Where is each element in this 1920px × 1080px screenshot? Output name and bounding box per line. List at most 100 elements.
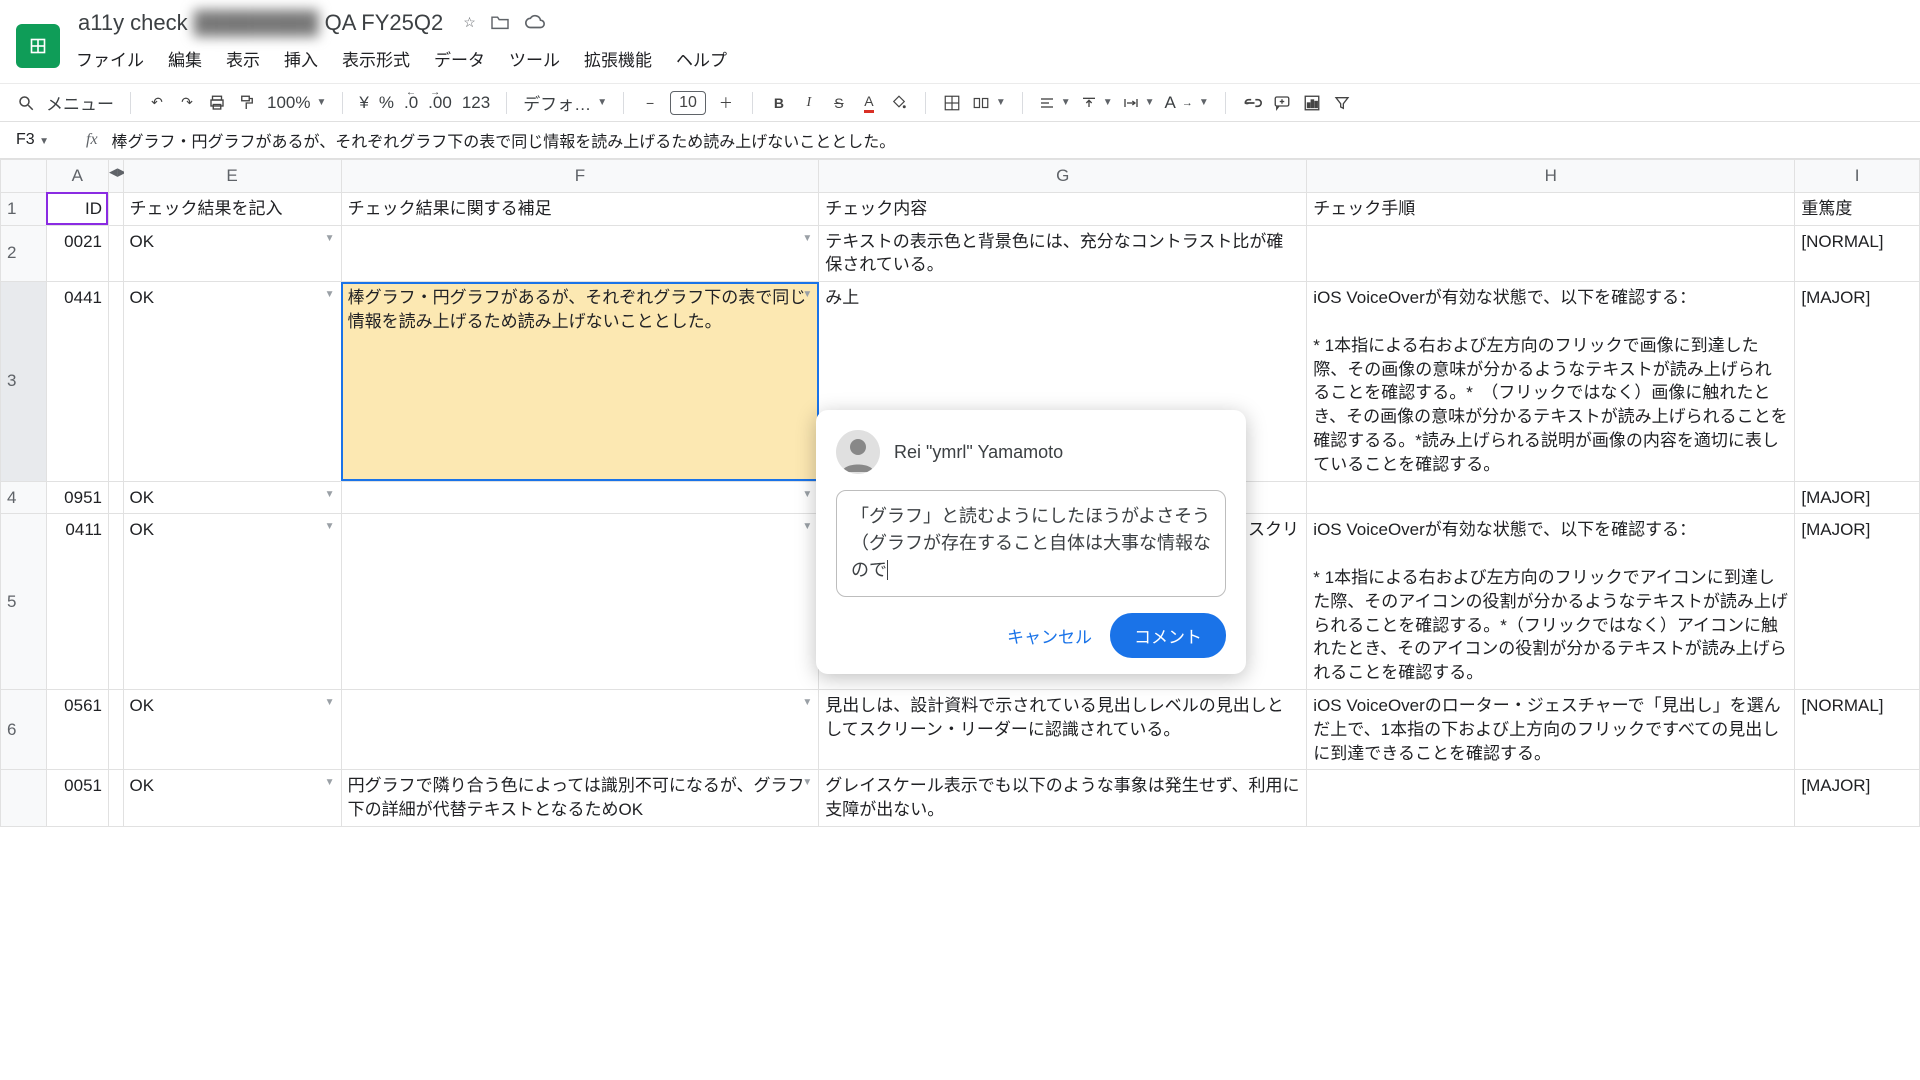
cell[interactable]: チェック手順 <box>1307 192 1795 225</box>
cell[interactable]: OK▼ <box>123 225 341 282</box>
move-folder-icon[interactable] <box>490 14 510 33</box>
cell[interactable]: OK▼ <box>123 481 341 514</box>
columns-collapsed-indicator[interactable]: ◂▸ <box>108 160 123 193</box>
column-header-G[interactable]: G <box>819 160 1307 193</box>
cell[interactable]: iOS VoiceOverのローター・ジェスチャーで「見出し」を選んだ上で、1本… <box>1307 689 1795 769</box>
row-header[interactable]: 6 <box>1 689 47 769</box>
horizontal-align-icon[interactable]: ▼ <box>1039 96 1071 110</box>
cloud-status-icon[interactable] <box>524 14 546 33</box>
font-size-increase[interactable]: ＋ <box>716 93 736 113</box>
increase-decimal[interactable]: →.00 <box>428 93 452 113</box>
chevron-down-icon[interactable]: ▼ <box>325 232 335 246</box>
font-size-decrease[interactable]: − <box>640 93 660 113</box>
column-header-A[interactable]: A <box>46 160 108 193</box>
strikethrough-icon[interactable]: S <box>829 93 849 113</box>
undo-icon[interactable]: ↶ <box>147 93 167 113</box>
redo-icon[interactable]: ↷ <box>177 93 197 113</box>
font-family-select[interactable]: デフォ…▼ <box>523 90 607 115</box>
cell[interactable] <box>1307 225 1795 282</box>
comment-submit-button[interactable]: コメント <box>1110 613 1226 658</box>
star-icon[interactable]: ☆ <box>463 14 476 33</box>
chevron-down-icon[interactable]: ▼ <box>325 696 335 710</box>
cell[interactable]: ▼ <box>341 514 819 690</box>
comment-cancel-button[interactable]: キャンセル <box>1007 623 1092 648</box>
cell[interactable]: 見出しは、設計資料で示されている見出しレベルの見出しとしてスクリーン・リーダーに… <box>819 689 1307 769</box>
decrease-decimal[interactable]: ←.0 <box>404 93 418 113</box>
cell[interactable]: iOS VoiceOverが有効な状態で、以下を確認する：* 1本指による右およ… <box>1307 514 1795 690</box>
cell[interactable]: OK▼ <box>123 282 341 481</box>
fill-color-icon[interactable] <box>889 93 909 113</box>
cell[interactable]: ▼ <box>341 481 819 514</box>
row-header[interactable]: 1 <box>1 192 47 225</box>
number-format-123[interactable]: 123 <box>462 93 490 113</box>
cell[interactable]: 棒グラフ・円グラフがあるが、それぞれグラフ下の表で同じ情報を読み上げるため読み上… <box>341 282 819 481</box>
cell[interactable] <box>108 689 123 769</box>
cell[interactable]: ▼ <box>341 225 819 282</box>
paint-format-icon[interactable] <box>237 93 257 113</box>
chevron-down-icon[interactable]: ▼ <box>802 232 812 246</box>
cell[interactable] <box>108 514 123 690</box>
row-header[interactable]: 5 <box>1 514 47 690</box>
chevron-down-icon[interactable]: ▼ <box>802 520 812 534</box>
cell[interactable]: [NORMAL] <box>1795 225 1920 282</box>
print-icon[interactable] <box>207 93 227 113</box>
menu-tools[interactable]: ツール <box>507 44 562 73</box>
cell[interactable] <box>108 481 123 514</box>
chevron-down-icon[interactable]: ▼ <box>325 776 335 790</box>
formula-input[interactable]: 棒グラフ・円グラフがあるが、それぞれグラフ下の表で同じ情報を読み上げるため読み上… <box>112 128 1908 152</box>
insert-comment-icon[interactable] <box>1272 93 1292 113</box>
cell[interactable] <box>108 192 123 225</box>
italic-icon[interactable]: I <box>799 93 819 113</box>
menu-help[interactable]: ヘルプ <box>674 44 729 73</box>
cell[interactable]: 0441 <box>46 282 108 481</box>
chevron-down-icon[interactable]: ▼ <box>325 288 335 302</box>
borders-icon[interactable] <box>942 93 962 113</box>
menu-file[interactable]: ファイル <box>74 44 146 73</box>
vertical-align-icon[interactable]: ▼ <box>1081 96 1113 110</box>
bold-icon[interactable]: B <box>769 93 789 113</box>
text-color-icon[interactable]: A <box>859 93 879 113</box>
text-rotation-icon[interactable]: A→▼ <box>1165 93 1209 113</box>
column-header-I[interactable]: I <box>1795 160 1920 193</box>
insert-link-icon[interactable] <box>1242 93 1262 113</box>
percent-format[interactable]: % <box>379 93 394 113</box>
cell[interactable]: チェック内容 <box>819 192 1307 225</box>
cell[interactable]: 0051 <box>46 770 108 827</box>
row-header[interactable] <box>1 770 47 827</box>
row-header[interactable]: 3 <box>1 282 47 481</box>
cell[interactable]: チェック結果を記入 <box>123 192 341 225</box>
comment-textarea[interactable]: 「グラフ」と読むようにしたほうがよさそう（グラフが存在すること自体は大事な情報な… <box>836 490 1226 597</box>
cell[interactable]: [MAJOR] <box>1795 282 1920 481</box>
cell[interactable]: グレイスケール表示でも以下のような事象は発生せず、利用に支障が出ない。 <box>819 770 1307 827</box>
column-header-F[interactable]: F <box>341 160 819 193</box>
cell[interactable]: チェック結果に関する補足 <box>341 192 819 225</box>
cell[interactable] <box>108 225 123 282</box>
menu-edit[interactable]: 編集 <box>166 44 204 73</box>
cell[interactable]: 0021 <box>46 225 108 282</box>
column-header-H[interactable]: H <box>1307 160 1795 193</box>
cell[interactable]: 重篤度 <box>1795 192 1920 225</box>
cell[interactable] <box>108 770 123 827</box>
cell[interactable]: 円グラフで隣り合う色によっては識別不可になるが、グラフ下の詳細が代替テキストとな… <box>341 770 819 827</box>
text-wrap-icon[interactable]: ▼ <box>1123 96 1155 110</box>
select-all-corner[interactable] <box>1 160 47 193</box>
chevron-down-icon[interactable]: ▼ <box>325 488 335 502</box>
search-icon[interactable] <box>16 93 36 113</box>
row-header[interactable]: 4 <box>1 481 47 514</box>
cell[interactable]: ▼ <box>341 689 819 769</box>
cell[interactable]: OK▼ <box>123 514 341 690</box>
chevron-down-icon[interactable]: ▼ <box>325 520 335 534</box>
cell[interactable]: 0561 <box>46 689 108 769</box>
cell[interactable] <box>108 282 123 481</box>
cell[interactable]: OK▼ <box>123 689 341 769</box>
currency-format[interactable]: ¥ <box>359 93 368 113</box>
cell[interactable]: [MAJOR] <box>1795 514 1920 690</box>
sheets-app-icon[interactable] <box>16 24 60 68</box>
column-header-E[interactable]: E <box>123 160 341 193</box>
name-box[interactable]: F3 ▼ <box>12 129 72 151</box>
merge-cells-icon[interactable]: ▼ <box>972 94 1006 112</box>
insert-chart-icon[interactable] <box>1302 93 1322 113</box>
cell[interactable]: テキストの表示色と背景色には、充分なコントラスト比が確保されている。 <box>819 225 1307 282</box>
cell[interactable]: 0951 <box>46 481 108 514</box>
cell[interactable]: [MAJOR] <box>1795 770 1920 827</box>
